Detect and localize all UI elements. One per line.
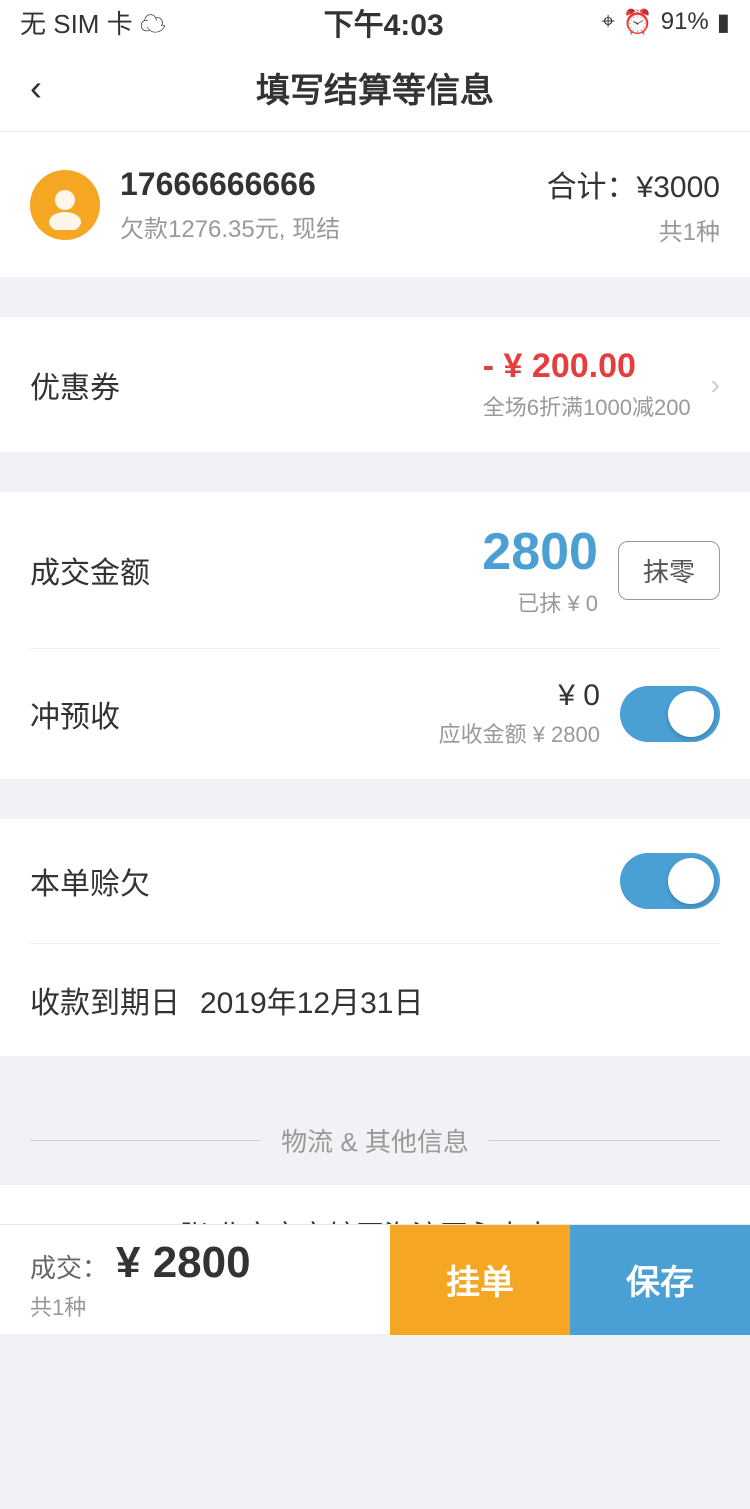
total-count: 共1种	[547, 212, 720, 247]
footer-left: 成交： ¥ 2800 共1种	[0, 1238, 390, 1322]
due-date-row: 收款到期日 2019年12月31日	[0, 944, 750, 1056]
deal-erased-label: 已抹 ¥ 0	[482, 586, 598, 618]
total-amount: 合计：¥3000	[547, 162, 720, 206]
battery-icon: ▮	[717, 8, 730, 37]
alarm-icon: ⏰	[623, 8, 653, 37]
section-divider-3	[0, 799, 750, 819]
coupon-row[interactable]: 优惠券 - ¥ 200.00 全场6折满1000减200 ›	[0, 317, 750, 452]
customer-info: 17666666666 欠款1276.35元, 现结	[120, 166, 340, 244]
customer-row: 17666666666 欠款1276.35元, 现结 合计：¥3000 共1种	[0, 132, 750, 277]
footer-deal-label: 成交：	[30, 1248, 108, 1285]
advance-toggle[interactable]	[620, 686, 720, 742]
deal-amount-block: 2800 已抹 ¥ 0	[482, 522, 598, 618]
avatar	[30, 170, 100, 240]
due-date-value: 2019年12月31日	[200, 978, 423, 1022]
advance-label: 冲预收	[30, 692, 120, 736]
page-title: 填写结算等信息	[256, 63, 494, 112]
battery-label: 91%	[661, 8, 709, 36]
deal-amount-value: 2800	[482, 522, 598, 582]
nav-bar: ‹ 填写结算等信息	[0, 44, 750, 132]
save-button[interactable]: 保存	[570, 1225, 750, 1335]
deal-label: 成交金额	[30, 548, 150, 592]
coupon-info: - ¥ 200.00 全场6折满1000减200	[483, 347, 691, 422]
status-right: ⌖ ⏰ 91% ▮	[601, 8, 730, 37]
advance-amount: ¥ 0	[439, 679, 600, 713]
customer-right: 合计：¥3000 共1种	[547, 162, 720, 247]
due-date-label: 收款到期日	[30, 978, 180, 1022]
deal-card: 成交金额 2800 已抹 ¥ 0 抹零 冲预收 ¥ 0 应收金额 ¥ 2800	[0, 492, 750, 779]
coupon-amount: - ¥ 200.00	[483, 347, 691, 386]
section-divider-1	[0, 297, 750, 317]
coupon-card: 优惠券 - ¥ 200.00 全场6折满1000减200 ›	[0, 317, 750, 452]
coupon-right: - ¥ 200.00 全场6折满1000减200 ›	[483, 347, 720, 422]
status-time: 下午4:03	[324, 0, 444, 44]
logistics-line-right	[489, 1140, 720, 1141]
debt-card: 本单赊欠 收款到期日 2019年12月31日	[0, 819, 750, 1056]
debt-toggle[interactable]	[620, 853, 720, 909]
location-icon: ⌖	[601, 8, 615, 36]
bottom-space	[0, 1349, 750, 1509]
logistics-line-left	[30, 1140, 261, 1141]
advance-row: 冲预收 ¥ 0 应收金额 ¥ 2800	[0, 649, 750, 779]
section-divider-4	[0, 1076, 750, 1096]
debt-toggle-knob	[668, 858, 714, 904]
coupon-desc: 全场6折满1000减200	[483, 390, 691, 422]
customer-debt: 欠款1276.35元, 现结	[120, 209, 340, 244]
debt-label: 本单赊欠	[30, 859, 150, 903]
logistics-header: 物流 & 其他信息	[0, 1096, 750, 1185]
footer-count: 共1种	[30, 1290, 360, 1322]
advance-amount-block: ¥ 0 应收金额 ¥ 2800	[439, 679, 600, 749]
deal-right: 2800 已抹 ¥ 0 抹零	[482, 522, 720, 618]
coupon-label: 优惠券	[30, 363, 120, 407]
back-button[interactable]: ‹	[30, 67, 42, 109]
advance-receivable: 应收金额 ¥ 2800	[439, 717, 600, 749]
footer-amount: ¥ 2800	[116, 1238, 251, 1288]
status-bar: 无 SIM 卡 ☁ 下午4:03 ⌖ ⏰ 91% ▮	[0, 0, 750, 44]
status-left: 无 SIM 卡 ☁	[20, 4, 166, 41]
footer: 成交： ¥ 2800 共1种 挂单 保存	[0, 1224, 750, 1334]
deal-amount-row: 成交金额 2800 已抹 ¥ 0 抹零	[0, 492, 750, 648]
hang-button[interactable]: 挂单	[390, 1225, 570, 1335]
round-zero-button[interactable]: 抹零	[618, 541, 720, 600]
advance-right: ¥ 0 应收金额 ¥ 2800	[439, 679, 720, 749]
coupon-chevron-icon: ›	[711, 369, 720, 401]
logistics-label: 物流 & 其他信息	[281, 1122, 469, 1159]
section-divider-2	[0, 472, 750, 492]
customer-card: 17666666666 欠款1276.35元, 现结 合计：¥3000 共1种	[0, 132, 750, 277]
debt-row: 本单赊欠	[0, 819, 750, 943]
customer-left: 17666666666 欠款1276.35元, 现结	[30, 166, 340, 244]
advance-toggle-knob	[668, 691, 714, 737]
sim-label: 无 SIM 卡 ☁	[20, 4, 166, 41]
customer-phone: 17666666666	[120, 166, 340, 203]
